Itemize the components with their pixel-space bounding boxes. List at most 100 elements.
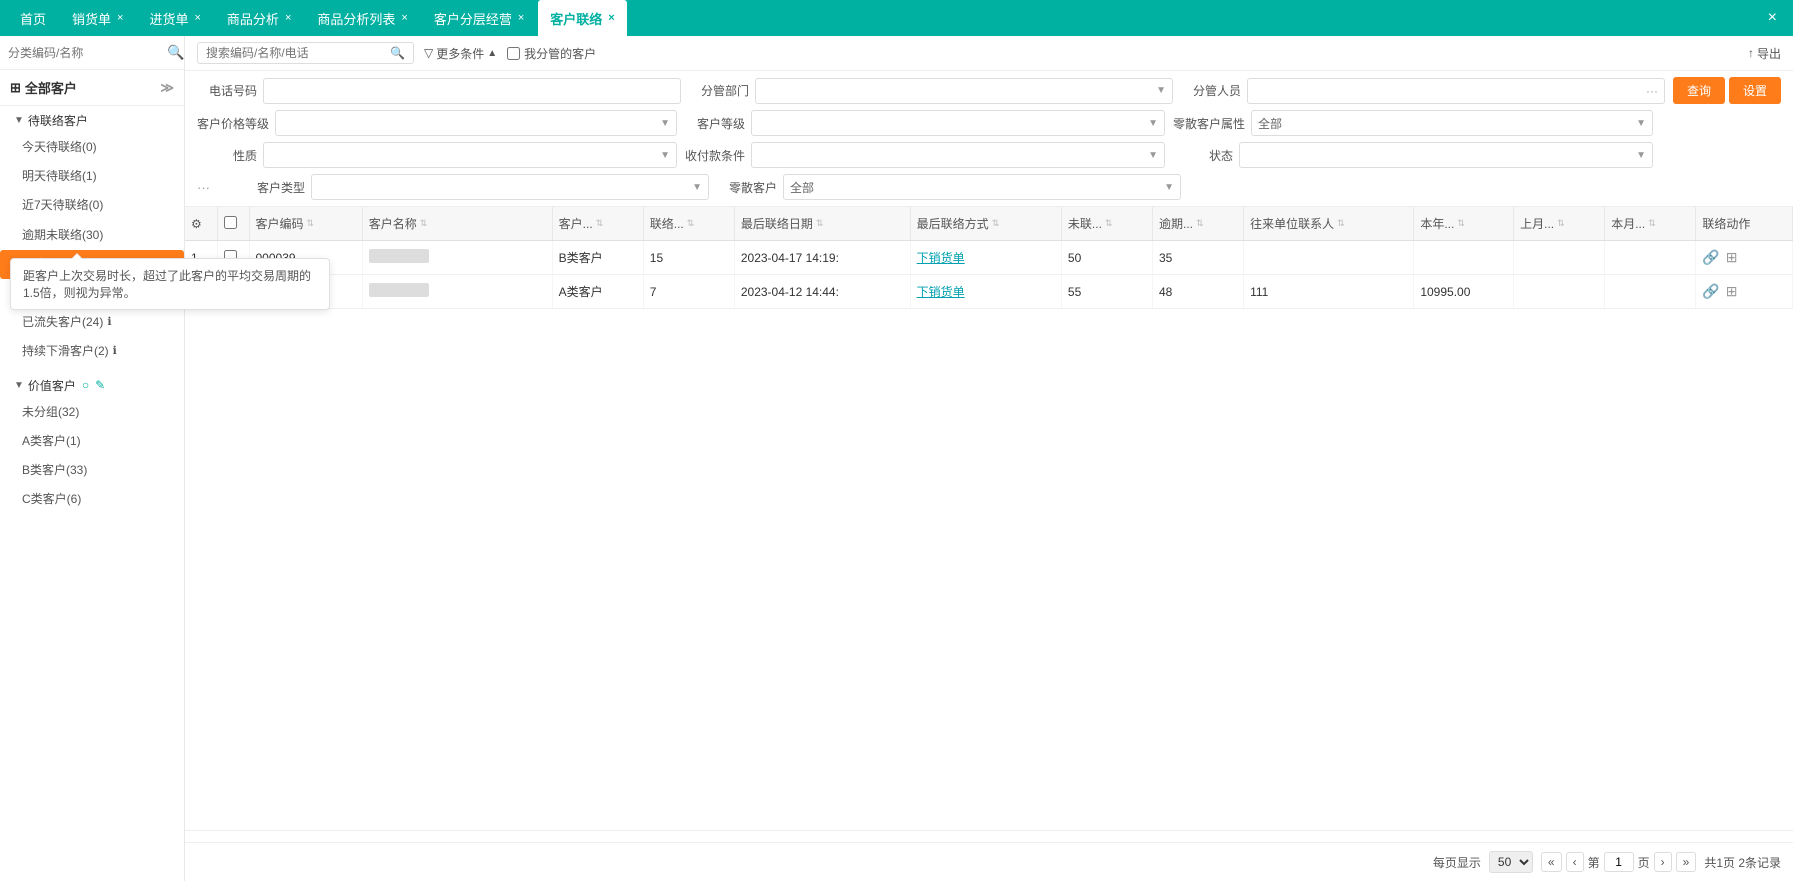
already-lost-info-icon: ℹ	[107, 314, 111, 332]
filter-search-icon[interactable]: 🔍	[390, 46, 405, 60]
contact-sort-icon[interactable]: ⇅	[687, 218, 695, 229]
row2-link-icon[interactable]: 🔗	[1702, 283, 1719, 300]
tab-customer-contact[interactable]: 客户联络 ×	[538, 0, 626, 36]
value-circle-icon[interactable]: ○	[82, 378, 89, 392]
sidebar-value-section[interactable]: ▼ 价值客户 ○ ✎	[0, 371, 184, 398]
row2-grid-icon[interactable]: ⊞	[1726, 283, 1738, 300]
sidebar-collapse-icon[interactable]: ≫	[160, 80, 174, 96]
th-settings[interactable]: ⚙	[185, 207, 217, 241]
row2-not-contacted: 55	[1061, 275, 1152, 309]
sidebar-item-7days-pending[interactable]: 近7天待联络(0)	[0, 191, 184, 220]
sidebar-pending-section[interactable]: ▼ 待联络客户	[0, 106, 184, 133]
export-button[interactable]: ↑ 导出	[1748, 45, 1781, 62]
sidebar-search-icon[interactable]: 🔍	[167, 44, 184, 61]
overdue-sort-icon[interactable]: ⇅	[1196, 218, 1204, 229]
row2-action-icons: 🔗 ⊞	[1702, 283, 1786, 300]
settings-button[interactable]: 设置	[1729, 77, 1781, 104]
sidebar-item-declining[interactable]: 持续下滑客户(2) ℹ	[0, 337, 184, 366]
per-page-select[interactable]: 50	[1489, 851, 1533, 873]
close-tab-purchase-order[interactable]: ×	[194, 12, 200, 24]
last-method-sort-icon[interactable]: ⇅	[992, 218, 1000, 229]
sidebar-item-class-c[interactable]: C类客户(6)	[0, 485, 184, 514]
tab-sales-order[interactable]: 销货单 ×	[60, 0, 135, 36]
sidebar-item-unclassified[interactable]: 未分组(32)	[0, 398, 184, 427]
sidebar-search-input[interactable]	[8, 46, 163, 60]
sidebar-item-already-lost[interactable]: 已流失客户(24) ℹ	[0, 308, 184, 337]
name-sort-icon[interactable]: ⇅	[420, 218, 428, 229]
next-page-btn[interactable]: ›	[1654, 852, 1672, 872]
th-last-contact-date: 最后联络日期 ⇅	[734, 207, 910, 241]
th-name: 客户名称 ⇅	[362, 207, 552, 241]
first-page-btn[interactable]: «	[1541, 852, 1562, 872]
dept-select[interactable]: ▼	[755, 78, 1173, 104]
tab-purchase-order[interactable]: 进货单 ×	[137, 0, 212, 36]
last-month-sort-icon[interactable]: ⇅	[1557, 218, 1565, 229]
total-records-label: 共1页 2条记录	[1704, 854, 1781, 871]
payment-field: 收付款条件 ▼	[685, 142, 1165, 168]
row1-method-link[interactable]: 下销货单	[917, 251, 965, 265]
not-contacted-sort-icon[interactable]: ⇅	[1105, 218, 1113, 229]
person-select[interactable]: ···	[1247, 78, 1665, 104]
sidebar-item-overdue-pending[interactable]: 逾期未联络(30)	[0, 221, 184, 250]
sidebar-item-class-b[interactable]: B类客户(33)	[0, 456, 184, 485]
th-checkbox	[217, 207, 249, 241]
gender-select[interactable]: ▼	[263, 142, 677, 168]
customer-grade-select[interactable]: ▼	[751, 110, 1165, 136]
filter-row-2: 客户价格等级 ▼ 客户等级 ▼ 零散客户属性 全部	[197, 110, 1781, 136]
close-tab-product-analysis[interactable]: ×	[285, 12, 291, 24]
gender-field: 性质 ▼	[197, 142, 677, 168]
code-sort-icon[interactable]: ⇅	[307, 218, 315, 229]
filter-row-4: ··· 客户类型 ▼ 零散客户 全部 ▼	[197, 174, 1781, 200]
page-number-input[interactable]	[1604, 852, 1634, 872]
sidebar-item-class-a[interactable]: A类客户(1)	[0, 427, 184, 456]
payment-select[interactable]: ▼	[751, 142, 1165, 168]
unit-contact-sort-icon[interactable]: ⇅	[1337, 218, 1345, 229]
type-sort-icon[interactable]: ⇅	[596, 218, 604, 229]
sidebar-content: ⊞ 全部客户 ≫ ▼ 待联络客户 今天待联络(0) 明天待联络(1) 近7天待联…	[0, 70, 184, 881]
customer-grade-field: 客户等级 ▼	[685, 110, 1165, 136]
select-all-checkbox[interactable]	[224, 216, 237, 229]
sidebar-item-today-pending[interactable]: 今天待联络(0)	[0, 133, 184, 162]
price-grade-select[interactable]: ▼	[275, 110, 677, 136]
row1-current-year	[1414, 241, 1514, 275]
tab-home[interactable]: 首页	[8, 0, 58, 36]
my-customer-checkbox[interactable]	[507, 47, 520, 60]
phone-input[interactable]	[263, 78, 681, 104]
settings-icon[interactable]: ⚙	[191, 217, 202, 231]
current-year-sort-icon[interactable]: ⇅	[1457, 218, 1465, 229]
zero-retail-select[interactable]: 全部 ▼	[1251, 110, 1653, 136]
dept-field: 分管部门 ▼	[689, 78, 1173, 104]
more-conditions-btn[interactable]: ▽ 更多条件 ▲	[424, 45, 497, 62]
prev-page-btn[interactable]: ‹	[1566, 852, 1584, 872]
customer-type-select[interactable]: ▼	[311, 174, 709, 200]
row1-grid-icon[interactable]: ⊞	[1726, 249, 1738, 266]
close-tab-customer-segmentation[interactable]: ×	[518, 12, 524, 24]
query-button[interactable]: 查询	[1673, 77, 1725, 104]
value-edit-icon[interactable]: ✎	[95, 378, 105, 392]
row1-link-icon[interactable]: 🔗	[1702, 249, 1719, 266]
status-select[interactable]: ▼	[1239, 142, 1653, 168]
tab-customer-segmentation[interactable]: 客户分层经营 ×	[422, 0, 536, 36]
close-tab-product-analysis-list[interactable]: ×	[401, 12, 407, 24]
filter-search-input[interactable]	[206, 46, 386, 60]
horizontal-scrollbar[interactable]	[185, 830, 1793, 842]
this-month-sort-icon[interactable]: ⇅	[1648, 218, 1656, 229]
more-dots[interactable]: ···	[197, 180, 237, 195]
close-tab-sales-order[interactable]: ×	[117, 12, 123, 24]
filter-icon: ▽	[424, 46, 433, 60]
sidebar-item-tomorrow-pending[interactable]: 明天待联络(1)	[0, 162, 184, 191]
zero-retail2-select[interactable]: 全部 ▼	[783, 174, 1181, 200]
close-tab-customer-contact[interactable]: ×	[608, 12, 614, 24]
price-grade-field: 客户价格等级 ▼	[197, 110, 677, 136]
row2-name	[362, 275, 552, 309]
tab-product-analysis[interactable]: 商品分析 ×	[215, 0, 303, 36]
row2-method-link[interactable]: 下销货单	[917, 285, 965, 299]
tab-product-analysis-list[interactable]: 商品分析列表 ×	[305, 0, 419, 36]
window-close-button[interactable]: ×	[1760, 9, 1785, 27]
row1-overdue: 35	[1153, 241, 1244, 275]
th-not-contacted: 未联... ⇅	[1061, 207, 1152, 241]
last-date-sort-icon[interactable]: ⇅	[816, 218, 824, 229]
person-field: 分管人员 ···	[1181, 78, 1665, 104]
th-last-month: 上月... ⇅	[1514, 207, 1605, 241]
last-page-btn[interactable]: »	[1676, 852, 1697, 872]
